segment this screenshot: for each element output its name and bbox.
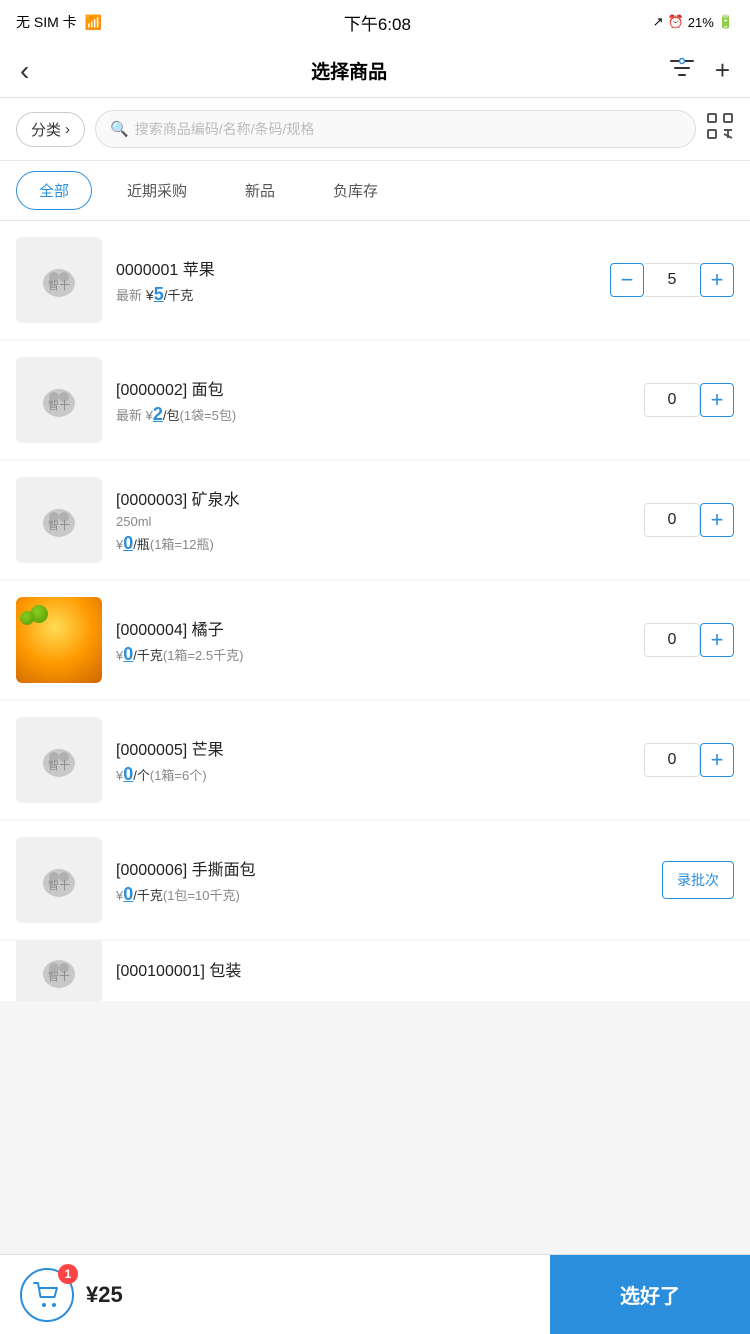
status-time: 下午6:08 — [344, 10, 411, 35]
quantity-control-4: + — [644, 743, 734, 777]
product-info-6: [000100001] 包装 — [116, 957, 734, 985]
product-price-2: ¥0/瓶(1箱=12瓶) — [116, 533, 630, 554]
tab-new[interactable]: 新品 — [222, 171, 298, 210]
svg-text:智十: 智十 — [48, 969, 70, 983]
battery-level: 21% — [688, 15, 714, 30]
increment-button-1[interactable]: + — [700, 383, 734, 417]
tab-bar: 全部 近期采购 新品 负库存 — [0, 161, 750, 221]
quantity-input-1[interactable] — [644, 383, 700, 417]
svg-text:智十: 智十 — [48, 278, 70, 292]
product-info-5: [0000006] 手撕面包 ¥0/千克(1包=10千克) — [116, 856, 648, 905]
battery-icon: 🔋 — [718, 14, 734, 30]
bottom-bar: 1 ¥25 选好了 — [0, 1254, 750, 1334]
product-price-1: 最新 ¥2/包(1袋=5包) — [116, 404, 630, 425]
quantity-input-4[interactable] — [644, 743, 700, 777]
product-name-1: [0000002] 面包 — [116, 376, 630, 400]
quantity-control-1: + — [644, 383, 734, 417]
sim-status: 无 SIM 卡 — [16, 12, 77, 32]
product-info-0: 0000001 苹果 最新 ¥5/千克 — [116, 256, 596, 305]
product-image-3 — [16, 597, 102, 683]
alarm-icon: ⏰ — [668, 14, 684, 30]
quantity-input-3[interactable] — [644, 623, 700, 657]
nav-bar: ‹ 选择商品 + — [0, 44, 750, 98]
product-price-3: ¥0/千克(1箱=2.5千克) — [116, 644, 630, 665]
back-button[interactable]: ‹ — [20, 55, 29, 87]
product-image-4: 智十 — [16, 717, 102, 803]
product-info-1: [0000002] 面包 最新 ¥2/包(1袋=5包) — [116, 376, 630, 425]
svg-text:智十: 智十 — [48, 758, 70, 772]
nav-actions: + — [669, 55, 730, 86]
product-name-3: [0000004] 橘子 — [116, 616, 630, 640]
quantity-control-2: + — [644, 503, 734, 537]
cart-total: ¥25 — [86, 1282, 123, 1308]
status-right: ↗ ⏰ 21% 🔋 — [653, 14, 734, 30]
product-name-4: [0000005] 芒果 — [116, 736, 630, 760]
status-left: 无 SIM 卡 📶 — [16, 12, 102, 32]
product-name-0: 0000001 苹果 — [116, 256, 596, 280]
status-bar: 无 SIM 卡 📶 下午6:08 ↗ ⏰ 21% 🔋 — [0, 0, 750, 44]
search-box[interactable]: 🔍 搜索商品编码/名称/条码/规格 — [95, 110, 696, 148]
search-icon: 🔍 — [110, 120, 129, 138]
increment-button-2[interactable]: + — [700, 503, 734, 537]
tab-recent[interactable]: 近期采购 — [104, 171, 210, 210]
quantity-control-0: − + — [610, 263, 734, 297]
batch-button-5[interactable]: 录批次 — [662, 861, 734, 899]
list-item: 智十 [000100001] 包装 — [0, 941, 750, 1001]
increment-button-4[interactable]: + — [700, 743, 734, 777]
product-image-2: 智十 — [16, 477, 102, 563]
product-price-0: 最新 ¥5/千克 — [116, 284, 596, 305]
product-name-6: [000100001] 包装 — [116, 957, 734, 981]
list-item: 智十 [0000003] 矿泉水 250ml ¥0/瓶(1箱=12瓶) + — [0, 461, 750, 579]
list-item: [0000004] 橘子 ¥0/千克(1箱=2.5千克) + — [0, 581, 750, 699]
product-info-2: [0000003] 矿泉水 250ml ¥0/瓶(1箱=12瓶) — [116, 486, 630, 554]
filter-bar: 分类 › 🔍 搜索商品编码/名称/条码/规格 — [0, 98, 750, 161]
product-name-5: [0000006] 手撕面包 — [116, 856, 648, 880]
category-button[interactable]: 分类 › — [16, 112, 85, 147]
product-name-2: [0000003] 矿泉水 — [116, 486, 630, 510]
add-button[interactable]: + — [715, 55, 730, 86]
wifi-icon: 📶 — [85, 14, 102, 31]
quantity-input-0[interactable] — [644, 263, 700, 297]
product-info-3: [0000004] 橘子 ¥0/千克(1箱=2.5千克) — [116, 616, 630, 665]
product-spec-2: 250ml — [116, 514, 630, 529]
quantity-input-2[interactable] — [644, 503, 700, 537]
increment-button-0[interactable]: + — [700, 263, 734, 297]
scan-button[interactable] — [706, 112, 734, 146]
tab-negative[interactable]: 负库存 — [310, 171, 401, 210]
quantity-control-3: + — [644, 623, 734, 657]
svg-text:智十: 智十 — [48, 518, 70, 532]
cart-area: 1 ¥25 — [0, 1268, 550, 1322]
cart-button[interactable]: 1 — [20, 1268, 74, 1322]
increment-button-3[interactable]: + — [700, 623, 734, 657]
product-image-5: 智十 — [16, 837, 102, 923]
list-item: 智十 [0000006] 手撕面包 ¥0/千克(1包=10千克) 录批次 — [0, 821, 750, 939]
list-item: 智十 [0000002] 面包 最新 ¥2/包(1袋=5包) + — [0, 341, 750, 459]
filter-button[interactable] — [669, 57, 695, 85]
cart-badge: 1 — [58, 1264, 78, 1284]
product-info-4: [0000005] 芒果 ¥0/个(1箱=6个) — [116, 736, 630, 785]
category-arrow: › — [65, 121, 70, 138]
confirm-button[interactable]: 选好了 — [550, 1255, 750, 1334]
product-price-4: ¥0/个(1箱=6个) — [116, 764, 630, 785]
tab-all[interactable]: 全部 — [16, 171, 92, 210]
location-icon: ↗ — [653, 14, 664, 30]
product-image-0: 智十 — [16, 237, 102, 323]
svg-text:智十: 智十 — [48, 878, 70, 892]
search-placeholder: 搜索商品编码/名称/条码/规格 — [135, 119, 315, 139]
product-list: 智十 0000001 苹果 最新 ¥5/千克 − + 智十 — [0, 221, 750, 1001]
product-price-5: ¥0/千克(1包=10千克) — [116, 884, 648, 905]
product-image-1: 智十 — [16, 357, 102, 443]
list-item: 智十 0000001 苹果 最新 ¥5/千克 − + — [0, 221, 750, 339]
decrement-button-0[interactable]: − — [610, 263, 644, 297]
svg-text:智十: 智十 — [48, 398, 70, 412]
list-item: 智十 [0000005] 芒果 ¥0/个(1箱=6个) + — [0, 701, 750, 819]
category-label: 分类 — [31, 119, 61, 140]
page-title: 选择商品 — [311, 57, 387, 84]
product-image-6: 智十 — [16, 941, 102, 1001]
